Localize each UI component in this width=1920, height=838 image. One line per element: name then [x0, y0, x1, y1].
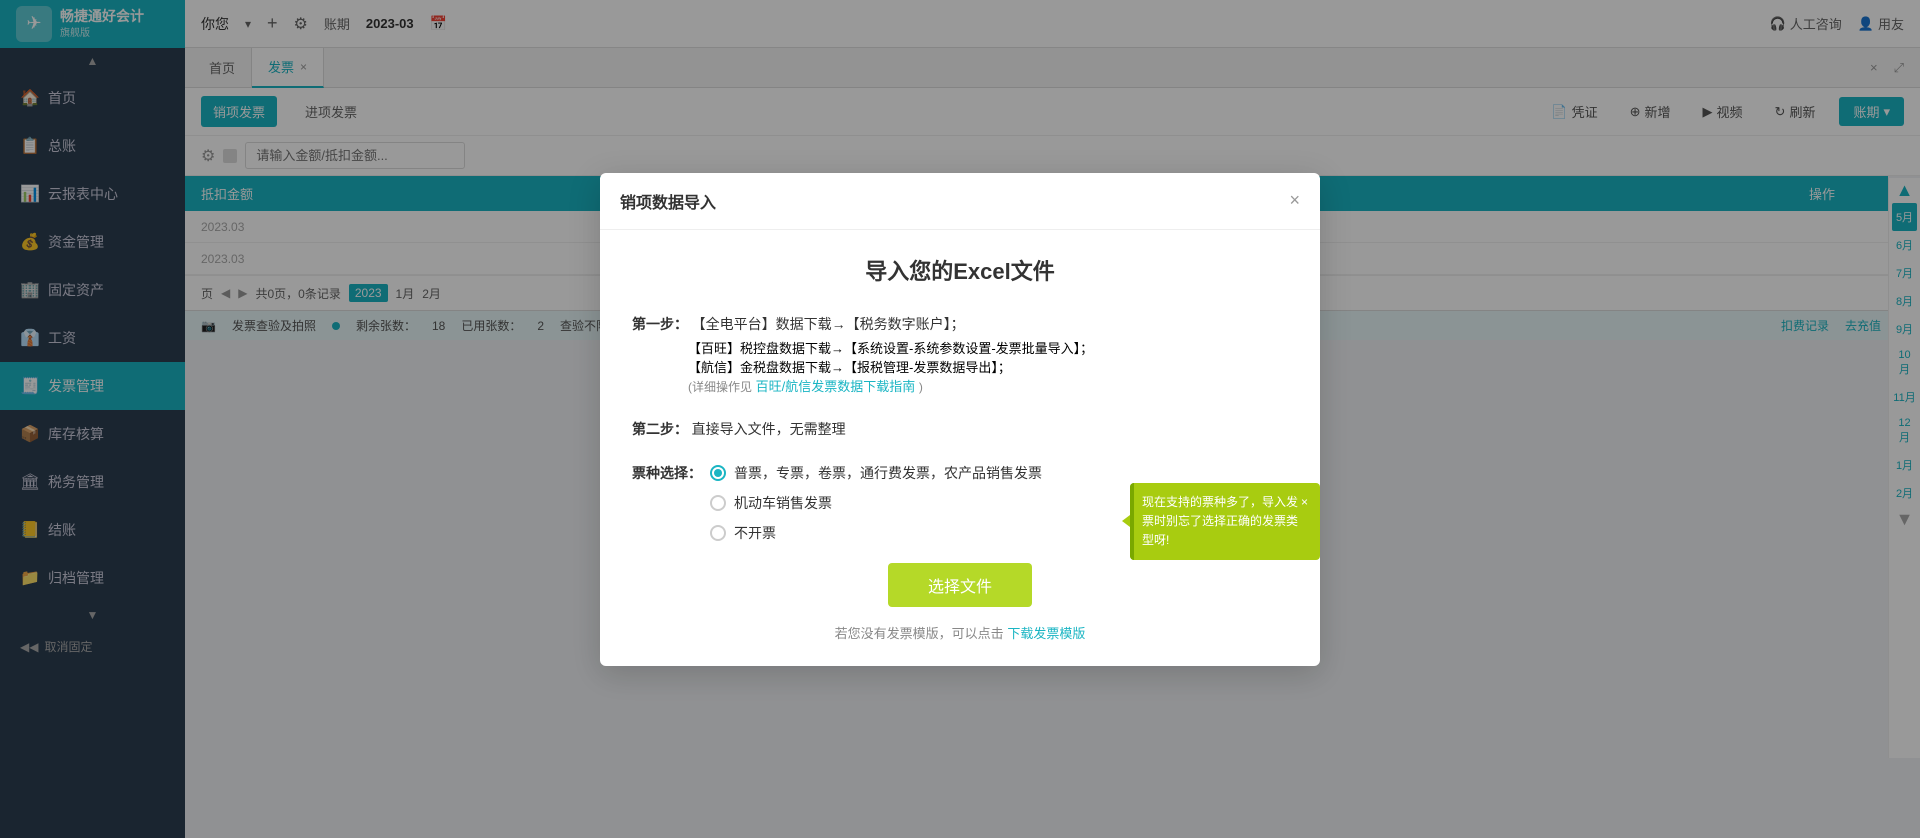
dialog-header: 销项数据导入 × — [600, 173, 1320, 230]
step1-extra-lines: 【百旺】税控盘数据下载→【系统设置-系统参数设置-发票批量导入】； 【航信】金税… — [632, 338, 1288, 395]
step1-line3: 【航信】金税盘数据下载→【报税管理-发票数据导出】； — [688, 357, 1288, 376]
radio-3-label: 不开票 — [734, 523, 776, 543]
tooltip-close-btn[interactable]: × — [1301, 493, 1308, 512]
step1-detail-post: ) — [919, 380, 923, 394]
dialog-body: 导入您的Excel文件 第一步： 【全电平台】数据下载→【税务数字账户】； 【百… — [600, 230, 1320, 666]
radio-group: 普票，专票，卷票，通行费发票，农产品销售发票 机动车销售发票 × — [702, 463, 1288, 543]
select-file-btn[interactable]: 选择文件 — [888, 563, 1032, 607]
template-row: 若您没有发票模版，可以点击 下载发票模版 — [632, 623, 1288, 642]
radio-1-circle — [710, 465, 726, 481]
radio-3-circle — [710, 525, 726, 541]
step1-label: 第一步： — [632, 316, 688, 332]
step1-line1: 【全电平台】数据下载→【税务数字账户】； — [692, 316, 965, 332]
step1-line2: 【百旺】税控盘数据下载→【系统设置-系统参数设置-发票批量导入】； — [688, 338, 1288, 357]
step1-detail-link[interactable]: 百旺/航信发票数据下载指南 — [756, 379, 916, 394]
radio-2-circle — [710, 495, 726, 511]
step1-detail-pre: (详细操作见 — [688, 380, 752, 394]
step1-detail: (详细操作见 百旺/航信发票数据下载指南 ) — [688, 376, 1288, 395]
ticket-label: 票种选择： — [632, 463, 702, 483]
radio-1-label: 普票，专票，卷票，通行费发票，农产品销售发票 — [734, 463, 1042, 483]
step1-section: 第一步： 【全电平台】数据下载→【税务数字账户】； 【百旺】税控盘数据下载→【系… — [632, 310, 1288, 395]
step2-section: 第二步： 直接导入文件，无需整理 — [632, 415, 1288, 443]
tooltip-text: 现在支持的票种多了，导入发票时别忘了选择正确的发票类型呀! — [1142, 495, 1298, 547]
radio-container: 普票，专票，卷票，通行费发票，农产品销售发票 机动车销售发票 × — [702, 463, 1288, 543]
modal-overlay: 销项数据导入 × 导入您的Excel文件 第一步： 【全电平台】数据下载→【税务… — [0, 0, 1920, 838]
radio-1-dot — [714, 469, 722, 477]
template-link[interactable]: 下载发票模版 — [1007, 626, 1085, 641]
dialog-title: 销项数据导入 — [620, 189, 716, 213]
tooltip-bar — [1130, 483, 1134, 561]
dialog-main-title: 导入您的Excel文件 — [632, 254, 1288, 286]
dialog-close-btn[interactable]: × — [1289, 190, 1300, 211]
radio-item-1[interactable]: 普票，专票，卷票，通行费发票，农产品销售发票 — [710, 463, 1288, 483]
step2-content: 直接导入文件，无需整理 — [692, 421, 846, 437]
step2-label: 第二步： — [632, 421, 688, 437]
ticket-section: 票种选择： 普票，专票，卷票，通行费发票，农产品销售发票 — [632, 463, 1288, 543]
radio-2-label: 机动车销售发票 — [734, 493, 832, 513]
radio-item-2[interactable]: 机动车销售发票 × 现在支持的票种多了，导入发票时别忘了选择正确的发票类型呀! — [710, 493, 1288, 513]
template-pre: 若您没有发票模版，可以点击 — [835, 626, 1004, 641]
import-dialog: 销项数据导入 × 导入您的Excel文件 第一步： 【全电平台】数据下载→【税务… — [600, 173, 1320, 666]
tooltip-popup: × 现在支持的票种多了，导入发票时别忘了选择正确的发票类型呀! — [1130, 483, 1320, 561]
tooltip-arrow — [1122, 515, 1130, 527]
